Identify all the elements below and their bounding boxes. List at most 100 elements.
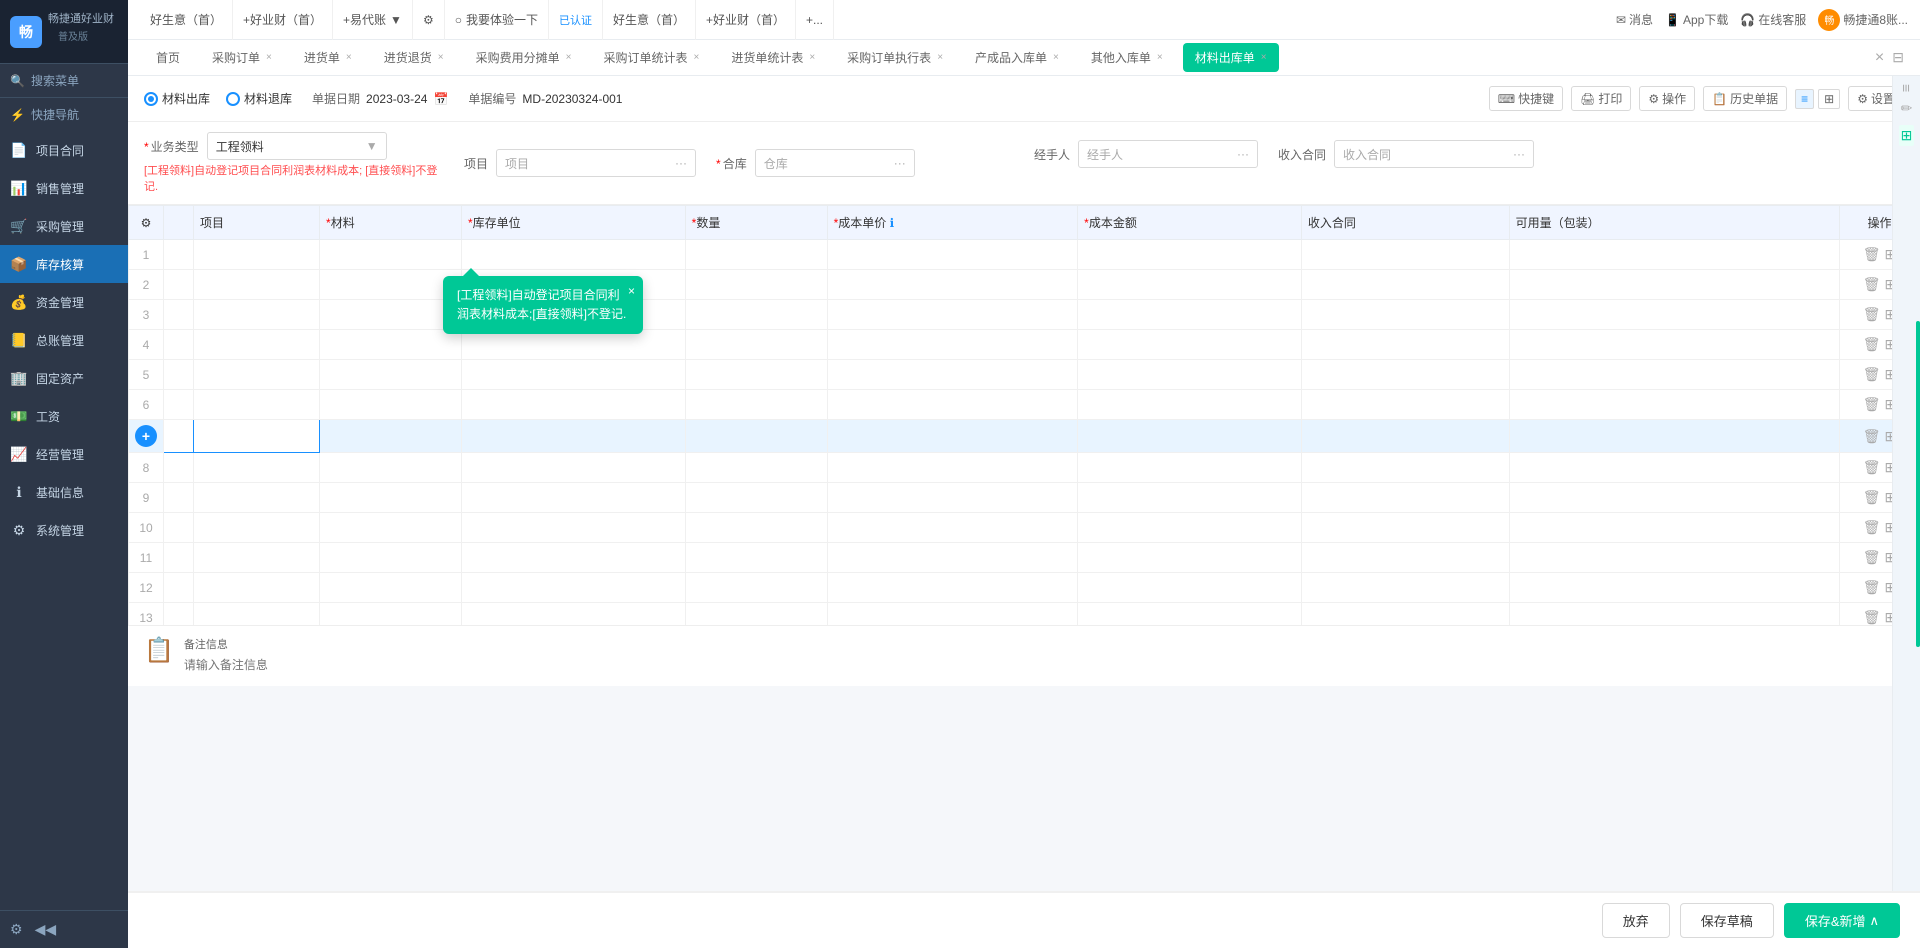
notes-input[interactable] bbox=[184, 654, 339, 676]
delete-row-icon[interactable]: 🗑 bbox=[1863, 459, 1881, 476]
topnav-haoyecai2[interactable]: +好业财（首） bbox=[696, 0, 796, 40]
topnav-message[interactable]: ✉ 消息 bbox=[1616, 11, 1653, 28]
delete-row-icon[interactable]: 🗑 bbox=[1863, 579, 1881, 596]
tab-incoming-stats-close[interactable]: × bbox=[809, 52, 815, 63]
tab-finished-stock-close[interactable]: × bbox=[1053, 52, 1059, 63]
radio-material-out[interactable]: 材料出库 bbox=[144, 90, 210, 107]
radio-material-return[interactable]: 材料退库 bbox=[226, 90, 292, 107]
topnav-user-avatar[interactable]: 畅 畅捷通8账... bbox=[1818, 9, 1908, 31]
sidebar-item-operations[interactable]: 📈 经营管理 bbox=[0, 435, 128, 473]
warehouse-input[interactable]: 仓库 ··· bbox=[755, 149, 915, 177]
add-row-btn[interactable]: + bbox=[135, 425, 157, 447]
sidebar-item-project[interactable]: 📄 项目合同 bbox=[0, 131, 128, 169]
discard-btn[interactable]: 放弃 bbox=[1602, 903, 1670, 938]
data-table: ⚙ 项目 *材料 *库存单位 *数量 *成本单价 ℹ *成本金额 收入合同 可用… bbox=[128, 205, 1920, 625]
topnav-online-service[interactable]: 🎧 在线客服 bbox=[1740, 11, 1806, 28]
tab-home[interactable]: 首页 bbox=[144, 43, 192, 72]
tab-purchase-exec-close[interactable]: × bbox=[937, 52, 943, 63]
tab-purchase-stats[interactable]: 采购订单统计表 × bbox=[591, 43, 711, 72]
income-contract-input[interactable]: 收入合同 ··· bbox=[1334, 140, 1534, 168]
right-panel-icon-2[interactable]: ✏ bbox=[1901, 100, 1913, 117]
tab-close-all-icon[interactable]: × bbox=[1875, 49, 1884, 67]
tooltip-close-btn[interactable]: × bbox=[628, 282, 635, 301]
save-draft-btn[interactable]: 保存草稿 bbox=[1680, 903, 1774, 938]
tab-incoming-close[interactable]: × bbox=[346, 52, 352, 63]
sidebar-item-finance[interactable]: 💰 资金管理 bbox=[0, 283, 128, 321]
tab-other-stock[interactable]: 其他入库单 × bbox=[1079, 43, 1175, 72]
right-panel-icon-3[interactable]: ⊞ bbox=[1899, 125, 1915, 146]
sidebar-item-salary[interactable]: 💵 工资 bbox=[0, 397, 128, 435]
tab-purchase-order-close[interactable]: × bbox=[266, 52, 272, 63]
tab-incoming-return[interactable]: 进货退货 × bbox=[372, 43, 456, 72]
save-new-btn[interactable]: 保存&新增 ∧ bbox=[1784, 903, 1900, 938]
delete-row-icon[interactable]: 🗑 bbox=[1863, 246, 1881, 263]
delete-row-icon[interactable]: 🗑 bbox=[1863, 519, 1881, 536]
delete-row-icon[interactable]: 🗑 bbox=[1863, 609, 1881, 625]
tab-material-out-label: 材料出库单 bbox=[1195, 49, 1255, 66]
tab-material-out-close[interactable]: × bbox=[1261, 52, 1267, 63]
history-btn[interactable]: 📋 历史单据 bbox=[1703, 86, 1787, 111]
sidebar-item-ledger[interactable]: 📒 总账管理 bbox=[0, 321, 128, 359]
sidebar-settings-icon[interactable]: ⚙ bbox=[10, 921, 23, 938]
sidebar-collapse-icon[interactable]: ◀◀ bbox=[35, 921, 57, 938]
sidebar-item-basic-info[interactable]: ℹ 基础信息 bbox=[0, 473, 128, 511]
agent-input[interactable]: 经手人 ··· bbox=[1078, 140, 1258, 168]
shortcut-btn[interactable]: ⌨ 快捷键 bbox=[1489, 86, 1563, 111]
table-row: 2🗑⊞ bbox=[129, 270, 1920, 300]
topnav-haoshengyi2[interactable]: 好生意（首） bbox=[603, 0, 696, 40]
tab-material-out[interactable]: 材料出库单 × bbox=[1183, 43, 1279, 72]
table-settings-header[interactable]: ⚙ bbox=[129, 206, 164, 240]
sidebar-item-purchase[interactable]: 🛒 采购管理 bbox=[0, 207, 128, 245]
topnav-yidaizhang[interactable]: +易代账 ▼ bbox=[333, 0, 413, 40]
tab-finished-stock[interactable]: 产成品入库单 × bbox=[963, 43, 1071, 72]
cost-price-info-icon[interactable]: ℹ bbox=[890, 216, 895, 230]
delete-row-icon[interactable]: 🗑 bbox=[1863, 276, 1881, 293]
topnav-settings[interactable]: ⚙ bbox=[413, 0, 445, 40]
tab-incoming[interactable]: 进货单 × bbox=[292, 43, 364, 72]
business-type-arrow: ▼ bbox=[366, 139, 378, 153]
delete-row-icon[interactable]: 🗑 bbox=[1863, 549, 1881, 566]
sidebar-item-quicknav[interactable]: ⚡ 快捷导航 bbox=[0, 98, 128, 131]
table-row: 12🗑⊞ bbox=[129, 573, 1920, 603]
tab-purchase-expense-close[interactable]: × bbox=[566, 52, 572, 63]
delete-row-icon[interactable]: 🗑 bbox=[1863, 336, 1881, 353]
tab-purchase-expense-label: 采购费用分摊单 bbox=[476, 49, 560, 66]
sidebar-logo: 畅 畅捷通好业财 普及版 bbox=[0, 0, 128, 64]
grid-view-icon[interactable]: ⊞ bbox=[1818, 89, 1840, 109]
notes-section: 📋 备注信息 bbox=[144, 636, 1904, 676]
tab-purchase-stats-close[interactable]: × bbox=[693, 52, 699, 63]
sidebar-item-inventory[interactable]: 📦 库存核算 bbox=[0, 245, 128, 283]
topnav-experience[interactable]: ○ 我要体验一下 bbox=[445, 0, 549, 40]
right-panel-icon-1[interactable]: ≡ bbox=[1899, 84, 1915, 92]
tab-purchase-expense[interactable]: 采购费用分摊单 × bbox=[464, 43, 584, 72]
experience-icon: ○ bbox=[455, 13, 462, 27]
list-view-icon[interactable]: ≡ bbox=[1795, 89, 1814, 109]
print-btn[interactable]: 🖨 打印 bbox=[1571, 86, 1631, 111]
operation-btn[interactable]: ⚙ 操作 bbox=[1639, 86, 1695, 111]
delete-row-icon[interactable]: 🗑 bbox=[1863, 366, 1881, 383]
delete-row-icon[interactable]: 🗑 bbox=[1863, 306, 1881, 323]
delete-row-icon[interactable]: 🗑 bbox=[1863, 428, 1881, 445]
delete-row-icon[interactable]: 🗑 bbox=[1863, 489, 1881, 506]
topnav-more[interactable]: +... bbox=[796, 0, 834, 40]
tab-purchase-order[interactable]: 采购订单 × bbox=[200, 43, 284, 72]
tab-incoming-return-close[interactable]: × bbox=[438, 52, 444, 63]
sidebar-item-assets[interactable]: 🏢 固定资产 bbox=[0, 359, 128, 397]
delete-row-icon[interactable]: 🗑 bbox=[1863, 396, 1881, 413]
tab-minimize-icon[interactable]: ⊟ bbox=[1892, 49, 1904, 66]
sidebar-item-system[interactable]: ⚙ 系统管理 bbox=[0, 511, 128, 549]
tab-incoming-stats[interactable]: 进货单统计表 × bbox=[719, 43, 827, 72]
table-col-cost-amount: *成本金额 bbox=[1078, 206, 1302, 240]
project-input[interactable]: 项目 ··· bbox=[496, 149, 696, 177]
quicknav-icon: ⚡ bbox=[10, 108, 25, 122]
sidebar-item-search[interactable]: 🔍 搜索菜单 bbox=[0, 64, 128, 98]
topnav-right: ✉ 消息 📱 App下载 🎧 在线客服 畅 畅捷通8账... bbox=[1616, 9, 1908, 31]
sidebar-item-sales[interactable]: 📊 销售管理 bbox=[0, 169, 128, 207]
tab-other-stock-close[interactable]: × bbox=[1157, 52, 1163, 63]
calendar-icon[interactable]: 📅 bbox=[433, 92, 448, 106]
tab-purchase-exec[interactable]: 采购订单执行表 × bbox=[835, 43, 955, 72]
topnav-haoyecai[interactable]: +好业财（首） bbox=[233, 0, 333, 40]
topnav-app-download[interactable]: 📱 App下载 bbox=[1665, 11, 1728, 28]
business-type-input[interactable]: 工程领料 ▼ bbox=[207, 132, 387, 160]
topnav-haoshengyi[interactable]: 好生意（首） bbox=[140, 0, 233, 40]
